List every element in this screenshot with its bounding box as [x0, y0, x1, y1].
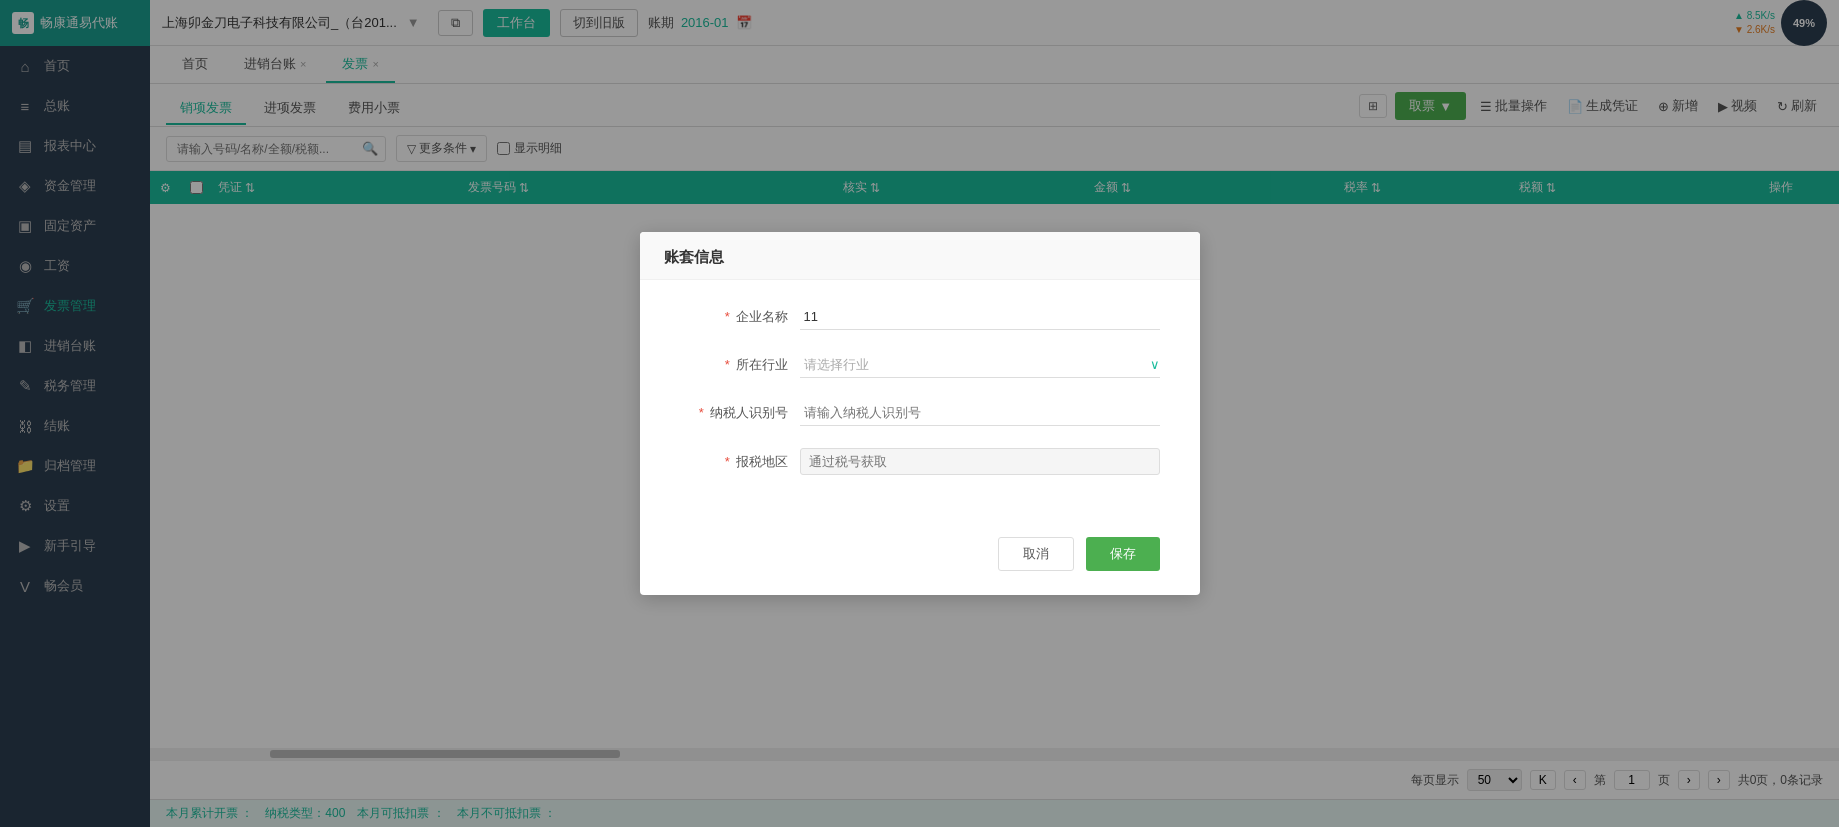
tax-region-row: * 报税地区 [680, 448, 1160, 475]
modal-footer: 取消 保存 [640, 521, 1200, 595]
cancel-button[interactable]: 取消 [998, 537, 1074, 571]
modal-overlay[interactable]: 账套信息 * 企业名称 * 所在行业 请选择行业 [0, 0, 1839, 827]
required-star-industry: * [725, 357, 730, 372]
company-name-label: * 企业名称 [680, 308, 800, 326]
save-button[interactable]: 保存 [1086, 537, 1160, 571]
account-info-modal: 账套信息 * 企业名称 * 所在行业 请选择行业 [640, 232, 1200, 595]
required-star-tax: * [699, 405, 704, 420]
company-name-row: * 企业名称 [680, 304, 1160, 330]
tax-region-label: * 报税地区 [680, 453, 800, 471]
tax-region-input [800, 448, 1160, 475]
tax-id-row: * 纳税人识别号 [680, 400, 1160, 426]
industry-label: * 所在行业 [680, 356, 800, 374]
industry-select-wrapper: 请选择行业 ∨ [800, 352, 1160, 378]
required-star-region: * [725, 454, 730, 469]
required-star: * [725, 309, 730, 324]
industry-select[interactable]: 请选择行业 [800, 352, 1150, 377]
tax-id-input[interactable] [800, 400, 1160, 426]
modal-body: * 企业名称 * 所在行业 请选择行业 ∨ [640, 280, 1200, 521]
company-name-input[interactable] [800, 304, 1160, 330]
modal-title: 账套信息 [640, 232, 1200, 280]
tax-id-label: * 纳税人识别号 [680, 404, 800, 422]
industry-dropdown-icon: ∨ [1150, 357, 1160, 372]
industry-row: * 所在行业 请选择行业 ∨ [680, 352, 1160, 378]
